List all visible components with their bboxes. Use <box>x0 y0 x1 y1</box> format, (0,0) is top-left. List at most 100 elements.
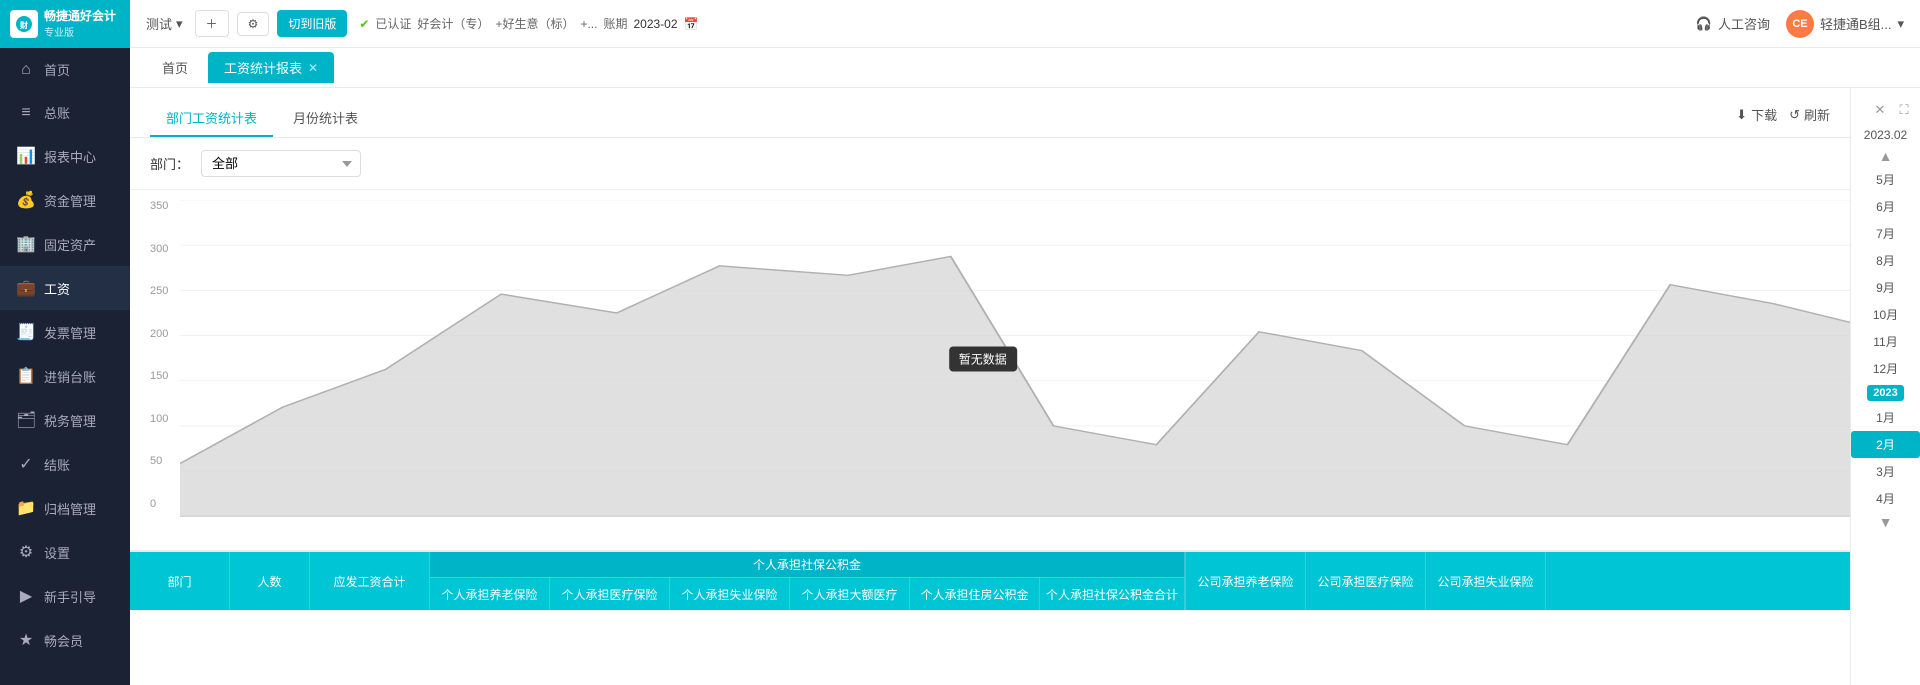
sidebar-item-archive[interactable]: 📁 归档管理 <box>0 486 130 530</box>
calendar-icon[interactable]: 📅 <box>684 17 699 31</box>
y-label-50: 50 <box>150 455 168 467</box>
sidebar-item-guide[interactable]: ▶ 新手引导 <box>0 574 130 618</box>
top-header: 测试 ▾ ＋ ⚙ 切到旧版 ✔ 已认证 好会计（专） +好生意（标） +... … <box>130 0 1920 48</box>
member-icon: ★ <box>16 630 36 650</box>
sidebar-item-assets[interactable]: 🏢 固定资产 <box>0 222 130 266</box>
date-month-dec[interactable]: 12月 <box>1851 355 1920 382</box>
ai-consultant[interactable]: 🎧 人工咨询 <box>1696 14 1770 33</box>
business-type: +好生意（标） <box>495 15 574 32</box>
download-action[interactable]: ⬇ 下载 <box>1736 105 1777 124</box>
download-label: 下载 <box>1751 105 1777 124</box>
date-month-apr[interactable]: 4月 <box>1851 485 1920 512</box>
th-company-pension: 公司承担养老保险 <box>1186 552 1306 610</box>
add-button[interactable]: ＋ <box>195 10 229 37</box>
salary-chart <box>180 200 1850 520</box>
main-area: 测试 ▾ ＋ ⚙ 切到旧版 ✔ 已认证 好会计（专） +好生意（标） +... … <box>130 0 1920 685</box>
guide-icon: ▶ <box>16 586 36 606</box>
sidebar-item-member[interactable]: ★ 畅会员 <box>0 618 130 662</box>
certified-icon: ✔ <box>359 17 369 31</box>
assets-icon: 🏢 <box>16 234 36 254</box>
sidebar-label-settings: 设置 <box>44 543 70 562</box>
sidebar-item-settings[interactable]: ⚙ 设置 <box>0 530 130 574</box>
invoice-icon: 🧾 <box>16 322 36 342</box>
date-prev-button[interactable]: ▲ <box>1876 146 1896 166</box>
th-major-medical: 个人承担大额医疗 <box>790 578 910 610</box>
sidebar-item-funds[interactable]: 💰 资金管理 <box>0 178 130 222</box>
y-label-250: 250 <box>150 285 168 297</box>
sidebar-item-invoice[interactable]: 🧾 发票管理 <box>0 310 130 354</box>
sidebar-item-salary[interactable]: 💼 工资 <box>0 266 130 310</box>
date-month-may[interactable]: 5月 <box>1851 166 1920 193</box>
tax-icon: 🗂 <box>16 410 36 430</box>
tab-salary-label: 工资统计报表 <box>224 58 302 77</box>
accounting-type: 好会计（专） <box>417 15 489 32</box>
tab-salary-report[interactable]: 工资统计报表 ✕ <box>208 52 334 83</box>
tab-close-icon[interactable]: ✕ <box>308 61 318 75</box>
date-month-nov[interactable]: 11月 <box>1851 328 1920 355</box>
sidebar-label-home: 首页 <box>44 60 70 79</box>
date-month-mar[interactable]: 3月 <box>1851 458 1920 485</box>
sidebar-item-ledger[interactable]: ≡ 总账 <box>0 91 130 134</box>
sub-tab-monthly[interactable]: 月份统计表 <box>277 100 374 137</box>
sub-tab-dept[interactable]: 部门工资统计表 <box>150 100 273 137</box>
user-dropdown-icon: ▾ <box>1897 16 1904 32</box>
sidebar-label-checkout: 结账 <box>44 455 70 474</box>
date-month-oct[interactable]: 10月 <box>1851 301 1920 328</box>
sidebar-label-member: 畅会员 <box>44 631 83 650</box>
th-group-social-children: 个人承担养老保险 个人承担医疗保险 个人承担失业保险 个人承担大额医疗 个人承担… <box>430 578 1185 610</box>
date-month-jan[interactable]: 1月 <box>1851 404 1920 431</box>
th-headcount: 人数 <box>230 552 310 610</box>
sidebar-item-checkout[interactable]: ✓ 结账 <box>0 442 130 486</box>
sidebar-logo[interactable]: 财 畅捷通好会计 专业版 <box>0 0 130 48</box>
chart-area: 350 300 250 200 150 100 50 0 <box>130 190 1850 550</box>
date-month-aug[interactable]: 8月 <box>1851 247 1920 274</box>
sidebar-item-home[interactable]: ⌂ 首页 <box>0 48 130 91</box>
date-next-button[interactable]: ▼ <box>1876 512 1896 532</box>
expand-panel-button[interactable]: ⛶ <box>1892 98 1916 122</box>
logo-icon: 财 <box>10 10 38 38</box>
tabs-bar: 首页 工资统计报表 ✕ <box>130 48 1920 88</box>
sidebar-label-tax: 税务管理 <box>44 411 96 430</box>
y-label-150: 150 <box>150 370 168 382</box>
th-company-unemployment: 公司承担失业保险 <box>1426 552 1546 610</box>
sales-icon: 📋 <box>16 366 36 386</box>
th-group-social-label: 个人承担社保公积金 <box>430 552 1185 578</box>
th-unemployment: 个人承担失业保险 <box>670 578 790 610</box>
date-month-jul[interactable]: 7月 <box>1851 220 1920 247</box>
salary-icon: 💼 <box>16 278 36 298</box>
date-panel-header: 2023.02 <box>1851 124 1920 146</box>
table-footer: 部门 人数 应发工资合计 个人承担社保公积金 个人承担养老保险 个人承担医疗保险… <box>130 550 1850 610</box>
ai-consultant-label: 人工咨询 <box>1718 14 1770 33</box>
date-month-feb[interactable]: 2月 <box>1851 431 1920 458</box>
th-company-medical: 公司承担医疗保险 <box>1306 552 1426 610</box>
switch-old-button[interactable]: 切到旧版 <box>277 10 347 37</box>
th-housing-fund: 个人承担住房公积金 <box>910 578 1040 610</box>
th-pension: 个人承担养老保险 <box>430 578 550 610</box>
dept-filter-select[interactable]: 全部 销售部 财务部 技术部 行政部 <box>201 150 361 177</box>
sidebar-item-reports[interactable]: 📊 报表中心 <box>0 134 130 178</box>
settings-icon: ⚙ <box>16 542 36 562</box>
date-month-sep[interactable]: 9月 <box>1851 274 1920 301</box>
filter-bar: 部门： 全部 销售部 财务部 技术部 行政部 <box>130 138 1850 190</box>
refresh-icon: ↺ <box>1789 107 1800 123</box>
close-panel-button[interactable]: ✕ <box>1868 98 1892 122</box>
sidebar-item-sales[interactable]: 📋 进销台账 <box>0 354 130 398</box>
sidebar-label-invoice: 发票管理 <box>44 323 96 342</box>
date-month-jun[interactable]: 6月 <box>1851 193 1920 220</box>
sub-tab-dept-label: 部门工资统计表 <box>166 111 257 126</box>
company-selector[interactable]: 测试 ▾ <box>146 14 183 33</box>
y-label-350: 350 <box>150 200 168 212</box>
funds-icon: 💰 <box>16 190 36 210</box>
sidebar-item-tax[interactable]: 🗂 税务管理 <box>0 398 130 442</box>
sidebar-label-guide: 新手引导 <box>44 587 96 606</box>
dept-filter-label: 部门： <box>150 154 189 173</box>
sidebar-label-sales: 进销台账 <box>44 367 96 386</box>
tab-home[interactable]: 首页 <box>146 52 204 83</box>
settings-button[interactable]: ⚙ <box>237 12 270 36</box>
sidebar-label-ledger: 总账 <box>44 103 70 122</box>
company-name: 测试 <box>146 14 172 33</box>
period-label: 账期 <box>603 15 627 32</box>
th-total-social: 个人承担社保公积金合计 <box>1040 578 1185 610</box>
user-profile[interactable]: CE 轻捷通B组... ▾ <box>1786 10 1904 38</box>
refresh-action[interactable]: ↺ 刷新 <box>1789 105 1830 124</box>
